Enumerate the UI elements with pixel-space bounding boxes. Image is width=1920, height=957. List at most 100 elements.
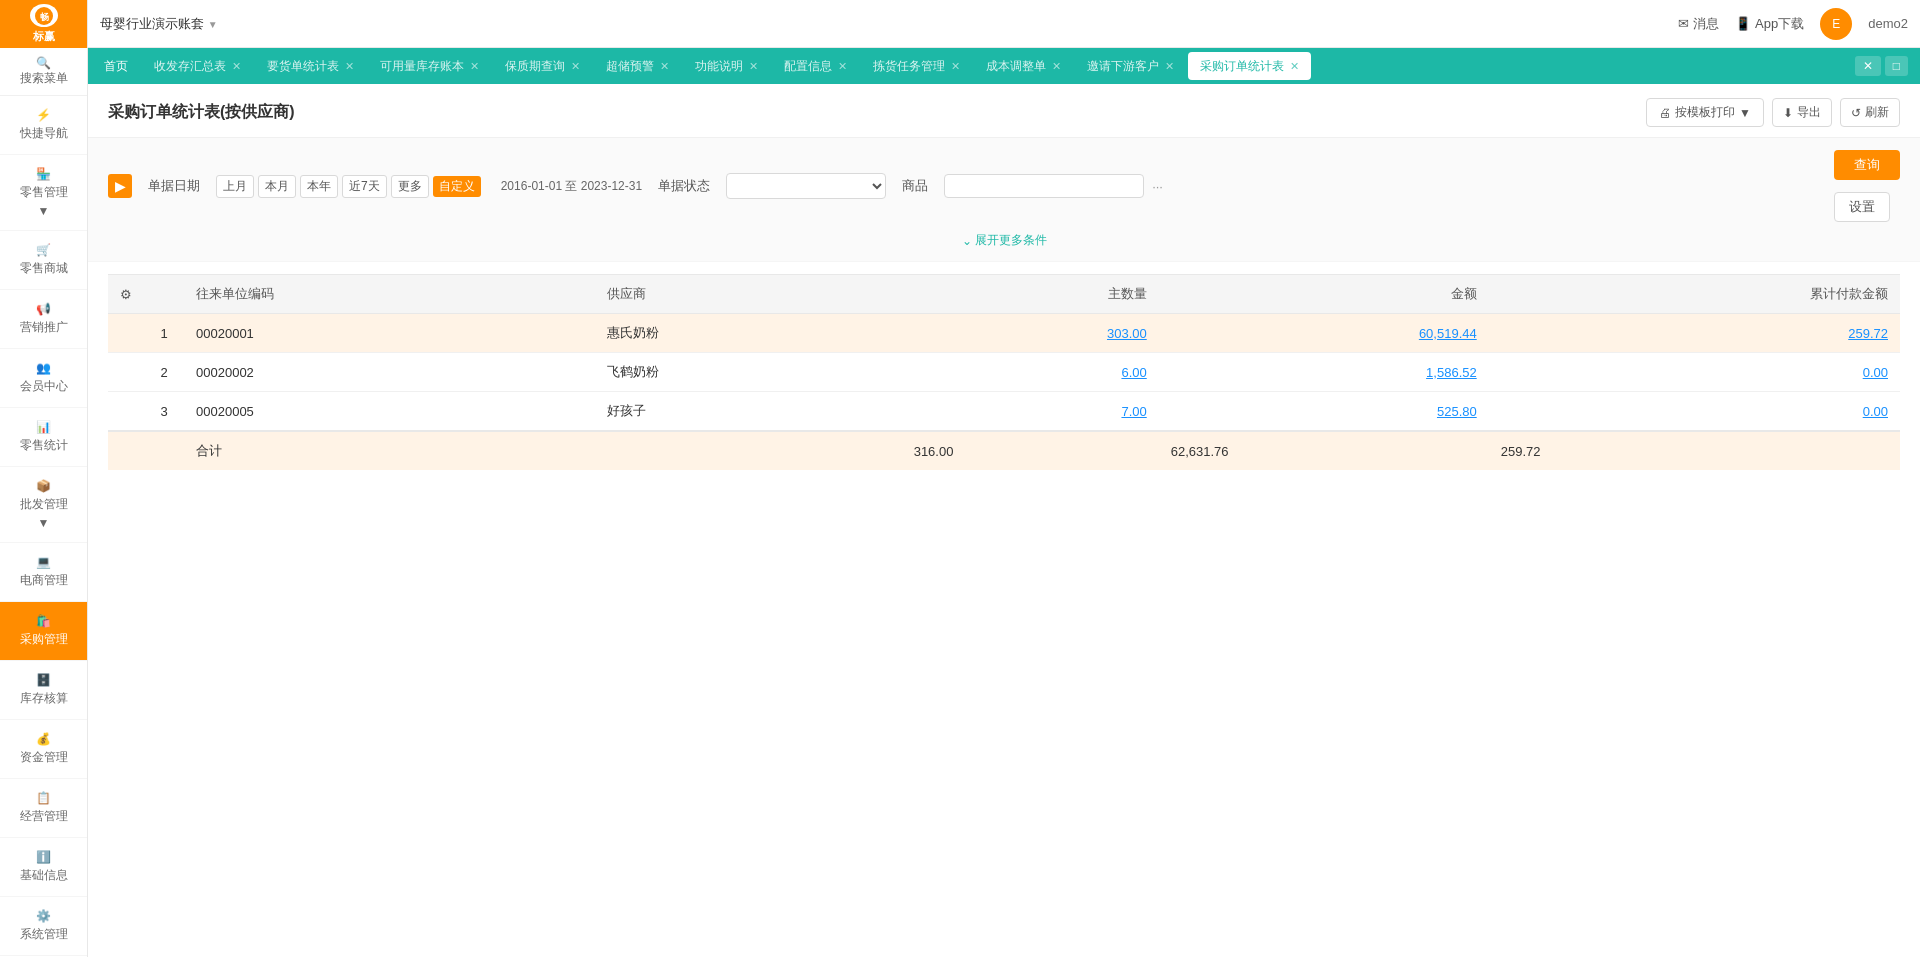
total-paid: 259.72 — [1489, 431, 1900, 470]
goods-input[interactable] — [944, 174, 1144, 198]
total-amount: 62,631.76 — [1159, 431, 1489, 470]
tab-close-overstock-alert[interactable]: ✕ — [660, 60, 669, 73]
print-button[interactable]: 🖨 按模板打印 ▼ — [1646, 98, 1764, 127]
row-paid[interactable]: 0.00 — [1489, 392, 1900, 432]
query-button[interactable]: 查询 — [1834, 150, 1900, 180]
sidebar-item-retail[interactable]: 🏪 零售管理 ▼ — [0, 155, 87, 231]
retail-stat-icon: 📊 — [36, 420, 51, 434]
message-button[interactable]: ✉ 消息 — [1678, 15, 1719, 33]
sidebar-item-search[interactable]: 🔍 搜索菜单 — [0, 48, 87, 96]
tab-maximize-button[interactable]: □ — [1885, 56, 1908, 76]
tab-overstock-alert[interactable]: 超储预警 ✕ — [594, 52, 681, 80]
date-shortcut-this-month[interactable]: 本月 — [258, 175, 296, 198]
expand-more-button[interactable]: ⌄ 展开更多条件 — [954, 228, 1055, 253]
row-settings — [108, 314, 144, 353]
th-settings[interactable]: ⚙ — [108, 275, 144, 314]
tab-close-func-desc[interactable]: ✕ — [749, 60, 758, 73]
row-qty[interactable]: 303.00 — [902, 314, 1159, 353]
more-options-icon[interactable]: ··· — [1152, 179, 1163, 194]
row-amount[interactable]: 1,586.52 — [1159, 353, 1489, 392]
sidebar-item-purchase-label: 采购管理 — [20, 631, 68, 648]
tab-collect-summary[interactable]: 收发存汇总表 ✕ — [142, 52, 253, 80]
page-title: 采购订单统计表(按供应商) — [108, 102, 295, 123]
th-paid: 累计付款金额 — [1489, 275, 1900, 314]
row-unit-code: 00020002 — [184, 353, 595, 392]
sidebar-item-ecom[interactable]: 💻 电商管理 — [0, 543, 87, 602]
tab-func-desc[interactable]: 功能说明 ✕ — [683, 52, 770, 80]
date-shortcut-more[interactable]: 更多 — [391, 175, 429, 198]
sidebar-item-member[interactable]: 👥 会员中心 — [0, 349, 87, 408]
tab-close-expiry-query[interactable]: ✕ — [571, 60, 580, 73]
sidebar-item-wholesale[interactable]: 📦 批发管理 ▼ — [0, 467, 87, 543]
sidebar-item-finance[interactable]: 💰 资金管理 — [0, 720, 87, 779]
sidebar-item-quick-nav[interactable]: ⚡ 快捷导航 — [0, 96, 87, 155]
tab-close-purchase-summary[interactable]: ✕ — [1290, 60, 1299, 73]
tab-close-all-button[interactable]: ✕ — [1855, 56, 1881, 76]
date-custom-badge[interactable]: 自定义 — [433, 176, 481, 197]
sidebar-item-operation[interactable]: 📋 经营管理 — [0, 779, 87, 838]
total-label-cell: 合计 — [184, 431, 595, 470]
tab-cost-adjust[interactable]: 成本调整单 ✕ — [974, 52, 1073, 80]
export-button[interactable]: ⬇ 导出 — [1772, 98, 1832, 127]
search-icon: 🔍 — [6, 56, 81, 70]
tab-pick-task[interactable]: 拣货任务管理 ✕ — [861, 52, 972, 80]
row-unit-code: 00020001 — [184, 314, 595, 353]
user-avatar-text: E — [1832, 17, 1840, 31]
tab-close-invite-customer[interactable]: ✕ — [1165, 60, 1174, 73]
table-wrap: ⚙ 往来单位编码 供应商 主数量 金额 累计付款金额 1 00020001 惠氏… — [88, 262, 1920, 482]
chevron-down-icon2: ▼ — [38, 516, 50, 530]
available-stock-label: 可用量库存账本 — [380, 58, 464, 75]
row-amount[interactable]: 60,519.44 — [1159, 314, 1489, 353]
config-info-label: 配置信息 — [784, 58, 832, 75]
sidebar-item-quick-nav-label: 快捷导航 — [20, 125, 68, 142]
tab-close-pick-task[interactable]: ✕ — [951, 60, 960, 73]
overstock-alert-label: 超储预警 — [606, 58, 654, 75]
tab-close-collect-summary[interactable]: ✕ — [232, 60, 241, 73]
sidebar-item-retail-stat[interactable]: 📊 零售统计 — [0, 408, 87, 467]
tab-available-stock[interactable]: 可用量库存账本 ✕ — [368, 52, 491, 80]
member-icon: 👥 — [36, 361, 51, 375]
row-paid[interactable]: 259.72 — [1489, 314, 1900, 353]
filter-toggle-button[interactable]: ▶ — [108, 174, 132, 198]
tab-order-summary[interactable]: 要货单统计表 ✕ — [255, 52, 366, 80]
logo-icon: 畅 — [30, 4, 58, 27]
sidebar-item-marketing-label: 营销推广 — [20, 319, 68, 336]
tab-config-info[interactable]: 配置信息 ✕ — [772, 52, 859, 80]
logo: 畅 标赢 — [0, 0, 87, 48]
sidebar-item-retail-mall[interactable]: 🛒 零售商城 — [0, 231, 87, 290]
sidebar-item-marketing[interactable]: 📢 营销推广 — [0, 290, 87, 349]
sidebar-item-basic[interactable]: ℹ️ 基础信息 — [0, 838, 87, 897]
date-shortcut-7days[interactable]: 近7天 — [342, 175, 387, 198]
tab-close-config-info[interactable]: ✕ — [838, 60, 847, 73]
total-qty: 316.00 — [902, 431, 1159, 470]
tab-purchase-summary[interactable]: 采购订单统计表 ✕ — [1188, 52, 1311, 80]
date-shortcut-last-month[interactable]: 上月 — [216, 175, 254, 198]
collect-summary-label: 收发存汇总表 — [154, 58, 226, 75]
tab-close-cost-adjust[interactable]: ✕ — [1052, 60, 1061, 73]
sidebar-item-inventory[interactable]: 🗄️ 库存核算 — [0, 661, 87, 720]
sidebar-item-purchase[interactable]: 🛍️ 采购管理 — [0, 602, 87, 661]
svg-text:畅: 畅 — [39, 12, 48, 22]
user-avatar[interactable]: E — [1820, 8, 1852, 40]
sidebar-item-wholesale-label: 批发管理 — [20, 496, 68, 513]
date-shortcut-this-year[interactable]: 本年 — [300, 175, 338, 198]
filter-expand-row: ⌄ 展开更多条件 — [108, 228, 1900, 253]
refresh-button[interactable]: ↺ 刷新 — [1840, 98, 1900, 127]
status-select[interactable] — [726, 173, 886, 199]
sidebar-item-system[interactable]: ⚙️ 系统管理 — [0, 897, 87, 956]
row-amount[interactable]: 525.80 — [1159, 392, 1489, 432]
tab-close-order-summary[interactable]: ✕ — [345, 60, 354, 73]
row-qty[interactable]: 7.00 — [902, 392, 1159, 432]
tab-home[interactable]: 首页 — [92, 52, 140, 80]
account-dropdown-icon[interactable]: ▼ — [208, 19, 218, 30]
status-label: 单据状态 — [658, 177, 710, 195]
tab-invite-customer[interactable]: 邀请下游客户 ✕ — [1075, 52, 1186, 80]
tab-close-available-stock[interactable]: ✕ — [470, 60, 479, 73]
goods-label: 商品 — [902, 177, 928, 195]
settings-button[interactable]: 设置 — [1834, 192, 1890, 222]
row-paid[interactable]: 0.00 — [1489, 353, 1900, 392]
username[interactable]: demo2 — [1868, 16, 1908, 31]
app-download-button[interactable]: 📱 App下载 — [1735, 15, 1804, 33]
tab-expiry-query[interactable]: 保质期查询 ✕ — [493, 52, 592, 80]
row-qty[interactable]: 6.00 — [902, 353, 1159, 392]
